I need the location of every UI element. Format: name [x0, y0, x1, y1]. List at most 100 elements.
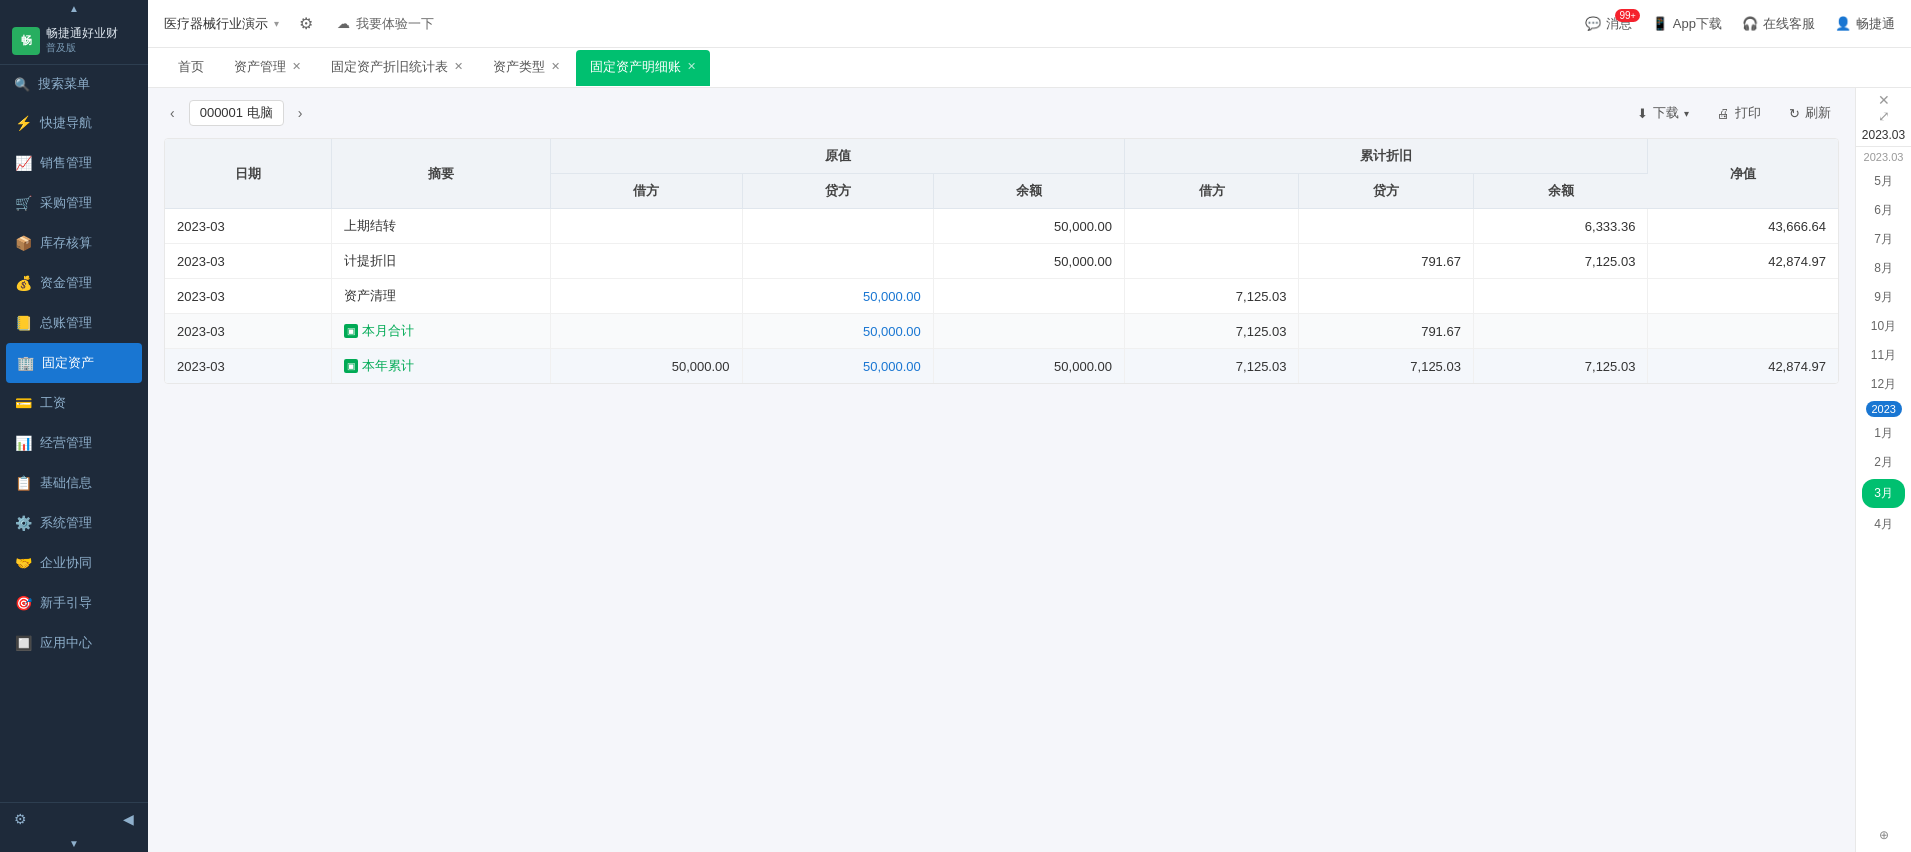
timeline-month-6[interactable]: 6月: [1856, 196, 1911, 225]
timeline-month-1[interactable]: 1月: [1856, 419, 1911, 448]
table-row: 2023-03 计提折旧 50,000.00 791.67 7,125.03 4…: [165, 244, 1838, 279]
tab-asset-type[interactable]: 资产类型 ✕: [479, 50, 574, 86]
cell-yuanzhi-debit: 50,000.00: [551, 349, 742, 384]
timeline-month-2[interactable]: 2月: [1856, 448, 1911, 477]
cell-leiji-debit: 7,125.03: [1124, 314, 1298, 349]
sidebar-item-funds[interactable]: 💰 资金管理: [0, 263, 148, 303]
customer-service-button[interactable]: 🎧 在线客服: [1742, 15, 1815, 33]
cell-summary: ▣本月合计: [332, 314, 551, 349]
timeline-month-11[interactable]: 11月: [1856, 341, 1911, 370]
cell-yuanzhi-credit: 50,000.00: [742, 279, 933, 314]
tab-asset-detail-close[interactable]: ✕: [687, 60, 696, 73]
tab-depreciation-table-close[interactable]: ✕: [454, 60, 463, 73]
cell-yuanzhi-credit: 50,000.00: [742, 314, 933, 349]
table-row: 2023-03 ▣本月合计 50,000.00 7,125.03 791.67: [165, 314, 1838, 349]
message-badge: 99+: [1615, 9, 1639, 22]
timeline-month-5[interactable]: 5月: [1856, 167, 1911, 196]
logo-icon: 畅: [12, 27, 40, 55]
timeline-panel: ✕ ⤢ 2023.03 2023.03 5月 6月 7月 8月 9月 10月 1…: [1855, 88, 1911, 852]
timeline-year-badge[interactable]: 2023: [1866, 401, 1902, 417]
cell-leiji-balance: 7,125.03: [1473, 349, 1647, 384]
refresh-button[interactable]: ↻ 刷新: [1781, 100, 1839, 126]
sidebar-item-basic-info[interactable]: 📋 基础信息: [0, 463, 148, 503]
tab-asset-mgmt[interactable]: 资产管理 ✕: [220, 50, 315, 86]
topbar: 医疗器械行业演示 ▾ ⚙ ☁ 我要体验一下 💬 消息 99+ 📱 App下载 🎧…: [148, 0, 1911, 48]
topbar-settings-icon[interactable]: ⚙: [299, 14, 313, 33]
timeline-month-8[interactable]: 8月: [1856, 254, 1911, 283]
sidebar-item-operations[interactable]: 📊 经营管理: [0, 423, 148, 463]
sidebar-item-quick-nav[interactable]: ⚡ 快捷导航: [0, 103, 148, 143]
experience-button[interactable]: ☁ 我要体验一下: [337, 15, 434, 33]
cell-yuanzhi-balance: 50,000.00: [933, 209, 1124, 244]
timeline-month-3[interactable]: 3月: [1862, 479, 1905, 508]
messages-button[interactable]: 💬 消息 99+: [1585, 15, 1632, 33]
download-button[interactable]: ⬇ 下载 ▾: [1629, 100, 1697, 126]
tab-depreciation-table[interactable]: 固定资产折旧统计表 ✕: [317, 50, 477, 86]
sidebar-item-ledger[interactable]: 📒 总账管理: [0, 303, 148, 343]
sidebar-item-sales[interactable]: 📈 销售管理: [0, 143, 148, 183]
cell-yuanzhi-balance: 50,000.00: [933, 349, 1124, 384]
refresh-icon: ↻: [1789, 106, 1800, 121]
purchase-icon: 🛒: [14, 194, 32, 212]
sidebar-item-fixed-assets[interactable]: 🏢 固定资产: [6, 343, 142, 383]
cell-yuanzhi-balance: [933, 314, 1124, 349]
app-download-button[interactable]: 📱 App下载: [1652, 15, 1722, 33]
prev-record-button[interactable]: ‹: [164, 103, 181, 123]
panel-close-button[interactable]: ✕: [1878, 92, 1890, 108]
detail-table: 日期 摘要 原值 累计折旧 净值 借方 贷方 余额 借方 贷方 余额: [165, 139, 1838, 383]
timeline-month-7[interactable]: 7月: [1856, 225, 1911, 254]
timeline-month-12[interactable]: 12月: [1856, 370, 1911, 399]
topbar-right: 💬 消息 99+ 📱 App下载 🎧 在线客服 👤 畅捷通: [1585, 15, 1895, 33]
collapse-sidebar-icon[interactable]: ◀: [123, 811, 134, 827]
tab-asset-type-close[interactable]: ✕: [551, 60, 560, 73]
next-record-button[interactable]: ›: [292, 103, 309, 123]
tabs-bar: 首页 资产管理 ✕ 固定资产折旧统计表 ✕ 资产类型 ✕ 固定资产明细账 ✕: [148, 48, 1911, 88]
col-leiji-credit: 贷方: [1299, 174, 1473, 209]
experience-icon: ☁: [337, 16, 350, 31]
sidebar-item-inventory[interactable]: 📦 库存核算: [0, 223, 148, 263]
timeline-month-9[interactable]: 9月: [1856, 283, 1911, 312]
operations-icon: 📊: [14, 434, 32, 452]
logo-text: 畅捷通好业财 普及版: [46, 26, 118, 56]
tab-asset-detail[interactable]: 固定资产明细账 ✕: [576, 50, 710, 86]
col-leiji-balance: 余额: [1473, 174, 1647, 209]
sidebar-footer: ⚙ ◀: [0, 802, 148, 835]
cell-leiji-credit: [1299, 209, 1473, 244]
user-profile-button[interactable]: 👤 畅捷通: [1835, 15, 1895, 33]
cell-date: 2023-03: [165, 314, 332, 349]
sidebar-item-purchase[interactable]: 🛒 采购管理: [0, 183, 148, 223]
col-net-value: 净值: [1648, 139, 1838, 209]
sidebar-item-app-center[interactable]: 🔲 应用中心: [0, 623, 148, 663]
settings-footer-icon[interactable]: ⚙: [14, 811, 27, 827]
company-selector[interactable]: 医疗器械行业演示 ▾: [164, 15, 279, 33]
sidebar-logo: 畅 畅捷通好业财 普及版: [0, 17, 148, 65]
sidebar-item-system[interactable]: ⚙️ 系统管理: [0, 503, 148, 543]
cell-yuanzhi-credit: [742, 209, 933, 244]
sidebar-item-guide[interactable]: 🎯 新手引导: [0, 583, 148, 623]
funds-icon: 💰: [14, 274, 32, 292]
cell-net-value: [1648, 279, 1838, 314]
cell-leiji-debit: [1124, 244, 1298, 279]
cell-summary: 上期结转: [332, 209, 551, 244]
download-dropdown-icon: ▾: [1684, 108, 1689, 119]
search-menu[interactable]: 🔍 搜索菜单: [0, 65, 148, 103]
panel-expand-button[interactable]: ⤢: [1878, 108, 1890, 124]
timeline-month-4[interactable]: 4月: [1856, 510, 1911, 539]
cell-leiji-balance: [1473, 314, 1647, 349]
record-id-display: 000001 电脑: [189, 100, 284, 126]
sidebar-scroll-down[interactable]: ▼: [0, 835, 148, 852]
sidebar-item-enterprise[interactable]: 🤝 企业协同: [0, 543, 148, 583]
tab-home[interactable]: 首页: [164, 50, 218, 86]
cell-leiji-credit: 791.67: [1299, 244, 1473, 279]
col-leiji-debit: 借方: [1124, 174, 1298, 209]
cell-leiji-debit: [1124, 209, 1298, 244]
cell-yuanzhi-balance: 50,000.00: [933, 244, 1124, 279]
sidebar-scroll-up[interactable]: ▲: [0, 0, 148, 17]
timeline-scroll-down-btn[interactable]: ⊕: [1879, 822, 1889, 848]
sidebar-item-payroll[interactable]: 💳 工资: [0, 383, 148, 423]
print-button[interactable]: 🖨 打印: [1709, 100, 1769, 126]
fixed-assets-icon: 🏢: [16, 354, 34, 372]
action-buttons: ⬇ 下载 ▾ 🖨 打印 ↻ 刷新: [1629, 100, 1839, 126]
tab-asset-mgmt-close[interactable]: ✕: [292, 60, 301, 73]
timeline-month-10[interactable]: 10月: [1856, 312, 1911, 341]
